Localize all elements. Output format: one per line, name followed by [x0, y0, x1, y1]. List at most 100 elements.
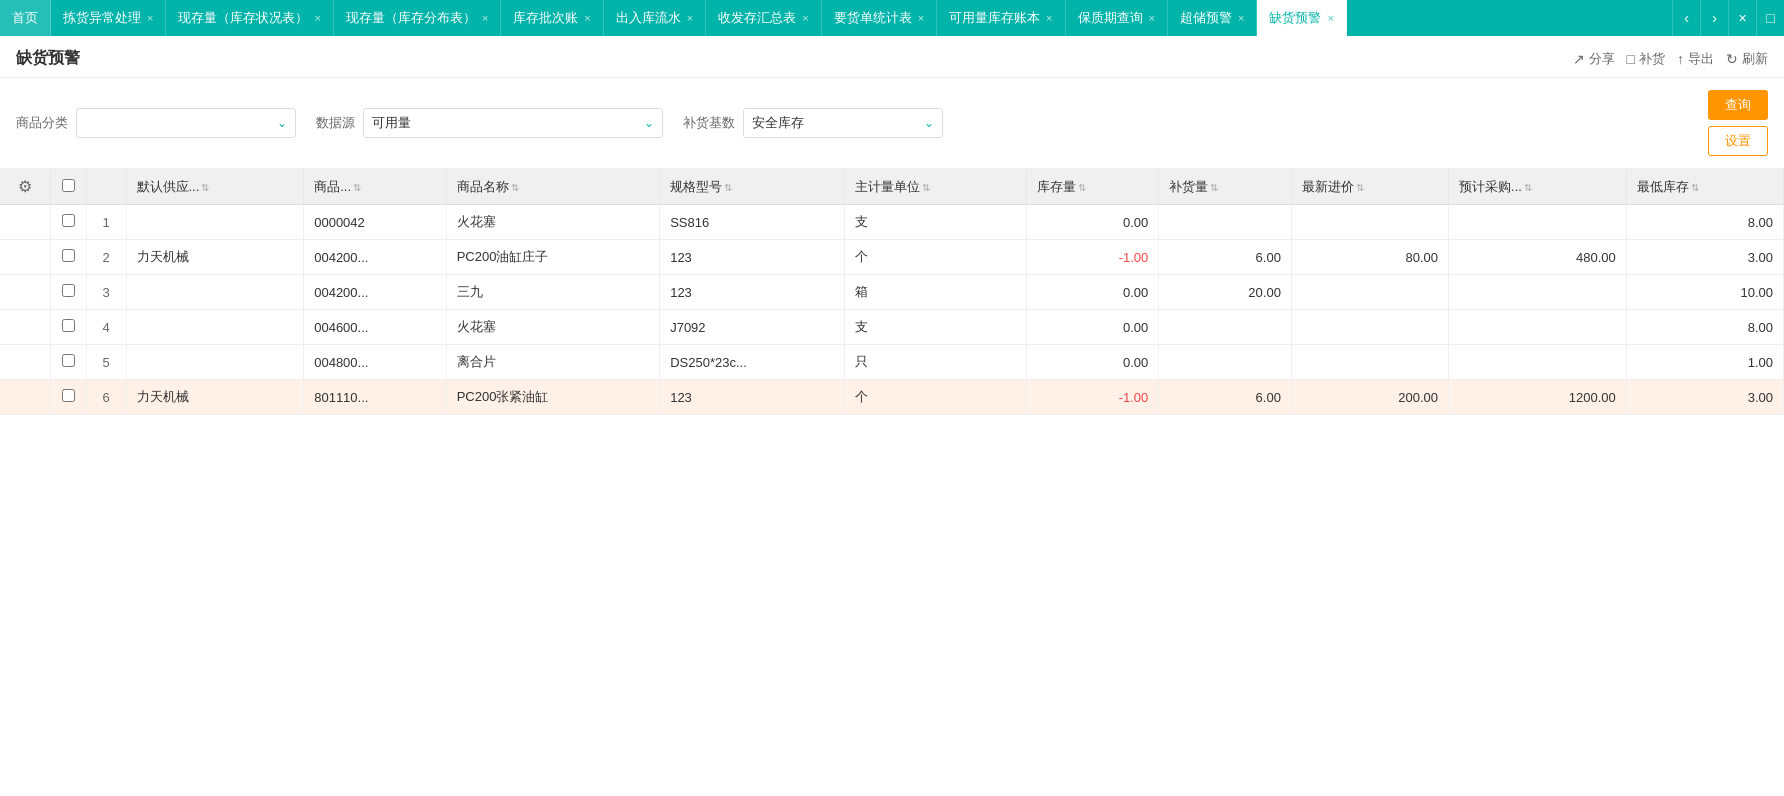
th-spec[interactable]: 规格型号⇅ [660, 169, 845, 205]
page-header: 缺货预警 ↗ 分享 □ 补货 ↑ 导出 ↻ 刷新 [0, 36, 1784, 78]
cell-check-1 [50, 240, 86, 275]
setting-button[interactable]: 设置 [1708, 126, 1768, 156]
cell-latest-price-0 [1291, 205, 1448, 240]
th-code[interactable]: 商品...⇅ [304, 169, 446, 205]
th-replenish[interactable]: 补货量⇅ [1159, 169, 1292, 205]
row-checkbox-0[interactable] [62, 214, 75, 227]
nav-tab-stock-dist[interactable]: 现存量（库存分布表） × [334, 0, 501, 36]
th-min-stock[interactable]: 最低库存⇅ [1626, 169, 1783, 205]
nav-tab-close-overstock[interactable]: × [1238, 12, 1244, 24]
row-checkbox-5[interactable] [62, 389, 75, 402]
cell-gear-0 [0, 205, 50, 240]
table-row: 3004200...三九123箱0.0020.0010.00 [0, 275, 1784, 310]
replenish-base-select[interactable]: 安全库存 ⌄ [743, 108, 943, 138]
th-unit[interactable]: 主计量单位⇅ [845, 169, 1027, 205]
filter-area: 商品分类 ⌄ 数据源 可用量 ⌄ 补货基数 安全库存 ⌄ 查询 设置 [0, 78, 1784, 169]
replenish-base-filter-group: 补货基数 安全库存 ⌄ [683, 108, 943, 138]
cell-min-stock-1: 3.00 [1626, 240, 1783, 275]
cell-min-stock-0: 8.00 [1626, 205, 1783, 240]
cell-supplier-3 [126, 310, 304, 345]
category-arrow-icon: ⌄ [277, 116, 287, 130]
datasource-select[interactable]: 可用量 ⌄ [363, 108, 663, 138]
nav-tab-close-order-stat[interactable]: × [918, 12, 924, 24]
nav-tab-label-order-stat: 要货单统计表 [834, 9, 912, 27]
nav-tab-close-expiry[interactable]: × [1149, 12, 1155, 24]
nav-tab-label-stock-status: 现存量（库存状况表） [178, 9, 308, 27]
cell-min-stock-3: 8.00 [1626, 310, 1783, 345]
nav-tab-receipt[interactable]: 收发存汇总表× [706, 0, 821, 36]
replenish-btn[interactable]: □ 补货 [1627, 50, 1665, 68]
cell-latest-price-2 [1291, 275, 1448, 310]
nav-tab-batch[interactable]: 库存批次账 × [501, 0, 603, 36]
cell-stock-2: 0.00 [1026, 275, 1159, 310]
nav-tab-available[interactable]: 可用量库存账本× [937, 0, 1065, 36]
nav-tab-stock-status[interactable]: 现存量（库存状况表） × [166, 0, 333, 36]
select-all-checkbox[interactable] [62, 179, 75, 192]
nav-next-btn[interactable]: › [1700, 0, 1728, 36]
row-checkbox-1[interactable] [62, 249, 75, 262]
nav-prev-btn[interactable]: ‹ [1672, 0, 1700, 36]
share-btn[interactable]: ↗ 分享 [1573, 50, 1615, 68]
header-actions: ↗ 分享 □ 补货 ↑ 导出 ↻ 刷新 [1573, 50, 1768, 68]
datasource-filter-group: 数据源 可用量 ⌄ [316, 108, 663, 138]
cell-check-2 [50, 275, 86, 310]
th-supplier[interactable]: 默认供应...⇅ [126, 169, 304, 205]
cell-unit-1: 个 [845, 240, 1027, 275]
nav-tab-close-abnormal[interactable]: × [147, 12, 153, 24]
nav-tab-close-inout[interactable]: × [687, 12, 693, 24]
nav-tab-abnormal[interactable]: 拣货异常处理× [51, 0, 166, 36]
nav-tab-expiry[interactable]: 保质期查询× [1066, 0, 1168, 36]
export-btn[interactable]: ↑ 导出 [1677, 50, 1714, 68]
nav-tab-label-shortage: 缺货预警 [1269, 9, 1321, 27]
cell-spec-4: DS250*23c... [660, 345, 845, 380]
name-sort-icon: ⇅ [511, 182, 519, 193]
table-row: 2力天机械004200...PC200油缸庄子123个-1.006.0080.0… [0, 240, 1784, 275]
category-select[interactable]: ⌄ [76, 108, 296, 138]
cell-latest-price-5: 200.00 [1291, 380, 1448, 415]
row-checkbox-4[interactable] [62, 354, 75, 367]
nav-tab-order-stat[interactable]: 要货单统计表 × [822, 0, 937, 36]
th-stock[interactable]: 库存量⇅ [1026, 169, 1159, 205]
nav-maximize-btn[interactable]: □ [1756, 0, 1784, 36]
cell-min-stock-5: 3.00 [1626, 380, 1783, 415]
nav-tab-label-batch: 库存批次账 [513, 9, 578, 27]
nav-tab-close-receipt[interactable]: × [802, 12, 808, 24]
cell-replenish-1: 6.00 [1159, 240, 1292, 275]
nav-close-btn[interactable]: × [1728, 0, 1756, 36]
nav-tab-inout[interactable]: 出入库流水× [604, 0, 706, 36]
nav-tab-close-available[interactable]: × [1046, 12, 1052, 24]
datasource-value: 可用量 [372, 114, 411, 132]
page-title: 缺货预警 [16, 48, 80, 69]
nav-tab-home[interactable]: 首页 [0, 0, 51, 36]
latest-price-sort-icon: ⇅ [1356, 182, 1364, 193]
cell-min-stock-2: 10.00 [1626, 275, 1783, 310]
export-icon: ↑ [1677, 51, 1684, 67]
nav-tab-overstock[interactable]: 超储预警× [1168, 0, 1257, 36]
refresh-btn[interactable]: ↻ 刷新 [1726, 50, 1768, 68]
nav-tab-close-shortage[interactable]: × [1327, 12, 1333, 24]
nav-tab-close-batch[interactable]: × [584, 12, 590, 24]
cell-index-0: 1 [86, 205, 126, 240]
cell-supplier-5: 力天机械 [126, 380, 304, 415]
th-name[interactable]: 商品名称⇅ [446, 169, 660, 205]
table-container: ⚙ 默认供应...⇅ 商品...⇅ 商品名称⇅ [0, 169, 1784, 415]
row-checkbox-2[interactable] [62, 284, 75, 297]
nav-tab-close-stock-dist[interactable]: × [482, 12, 488, 24]
nav-tab-label-stock-dist: 现存量（库存分布表） [346, 9, 476, 27]
th-est-purchase[interactable]: 预计采购...⇅ [1449, 169, 1627, 205]
query-button[interactable]: 查询 [1708, 90, 1768, 120]
th-latest-price[interactable]: 最新进价⇅ [1291, 169, 1448, 205]
table-row: 4004600...火花塞J7092支0.008.00 [0, 310, 1784, 345]
cell-est-purchase-2 [1449, 275, 1627, 310]
filter-right-actions: 查询 设置 [1708, 90, 1768, 156]
stock-sort-icon: ⇅ [1078, 182, 1086, 193]
table-row: 5004800...离合片DS250*23c...只0.001.00 [0, 345, 1784, 380]
nav-tab-shortage[interactable]: 缺货预警 × [1257, 0, 1346, 36]
share-label: 分享 [1589, 50, 1615, 68]
row-checkbox-3[interactable] [62, 319, 75, 332]
spec-sort-icon: ⇅ [724, 182, 732, 193]
gear-settings-icon[interactable]: ⚙ [18, 178, 32, 195]
cell-spec-1: 123 [660, 240, 845, 275]
nav-tab-close-stock-status[interactable]: × [314, 12, 320, 24]
category-filter-group: 商品分类 ⌄ [16, 108, 296, 138]
